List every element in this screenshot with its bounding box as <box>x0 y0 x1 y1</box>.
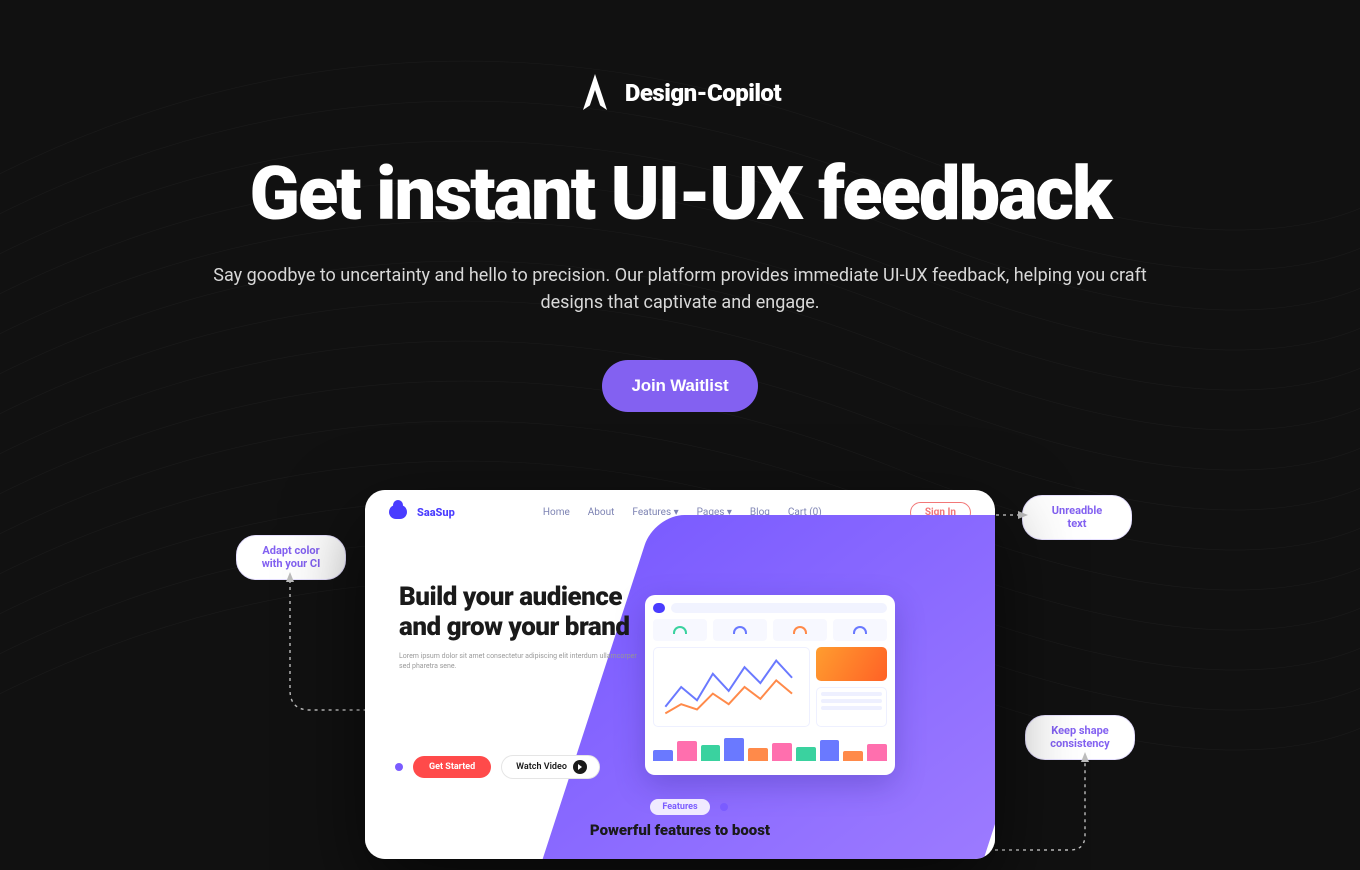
mockup-searchbar <box>671 603 887 613</box>
cloud-icon <box>389 505 407 519</box>
gauge-icon <box>833 619 887 641</box>
brand: Design-Copilot <box>579 72 781 114</box>
brand-name: Design-Copilot <box>625 79 781 107</box>
cloud-icon <box>653 603 665 613</box>
mockup-hero-sub: Lorem ipsum dolor sit amet consectetur a… <box>399 652 649 672</box>
logo-icon <box>579 72 611 114</box>
dot-icon <box>395 763 403 771</box>
callout-unreadable-text: Unreadble text <box>1022 495 1132 541</box>
play-icon <box>573 760 587 774</box>
join-waitlist-button[interactable]: Join Waitlist <box>602 360 759 412</box>
callout-shape-consistency: Keep shape consistency <box>1025 715 1135 761</box>
mockup-dashboard-card <box>645 595 895 775</box>
mockup-nav-item: About <box>588 507 615 518</box>
hero-headline: Get instant UI-UX feedback <box>250 156 1111 234</box>
mockup-features-pill: Features <box>650 799 709 815</box>
mockup-nav-item: Features ▾ <box>632 507 678 518</box>
hero-subhead: Say goodbye to uncertainty and hello to … <box>210 262 1150 316</box>
mockup-features-strip: Features Powerful features to boost <box>365 789 995 859</box>
mockup-hero-text: Build your audience and grow your brand … <box>399 583 649 672</box>
mockup-get-started-button: Get Started <box>413 756 491 778</box>
product-illustration: Adapt color with your CI Unreadble text … <box>230 490 1130 859</box>
mockup-app-name: SaaSup <box>417 506 455 519</box>
mockup-watch-label: Watch Video <box>516 762 567 772</box>
mockup-brand: SaaSup <box>389 505 455 519</box>
mockup-features-title: Powerful features to boost <box>590 821 770 839</box>
mockup-browser: SaaSup Home About Features ▾ Pages ▾ Blo… <box>365 490 995 859</box>
mockup-hero-buttons: Get Started Watch Video <box>395 755 600 779</box>
callout-adapt-color: Adapt color with your CI <box>236 535 346 581</box>
mockup-watch-video-button: Watch Video <box>501 755 600 779</box>
gauge-icon <box>713 619 767 641</box>
gauge-icon <box>773 619 827 641</box>
gauge-icon <box>653 619 707 641</box>
dot-icon <box>720 803 728 811</box>
mockup-hero-title: Build your audience and grow your brand <box>399 583 649 643</box>
mockup-bar-chart <box>653 733 887 761</box>
mockup-credit-card <box>816 647 887 681</box>
mockup-transactions <box>816 687 887 727</box>
mockup-line-chart <box>653 647 810 727</box>
mockup-nav-item: Home <box>543 507 570 518</box>
